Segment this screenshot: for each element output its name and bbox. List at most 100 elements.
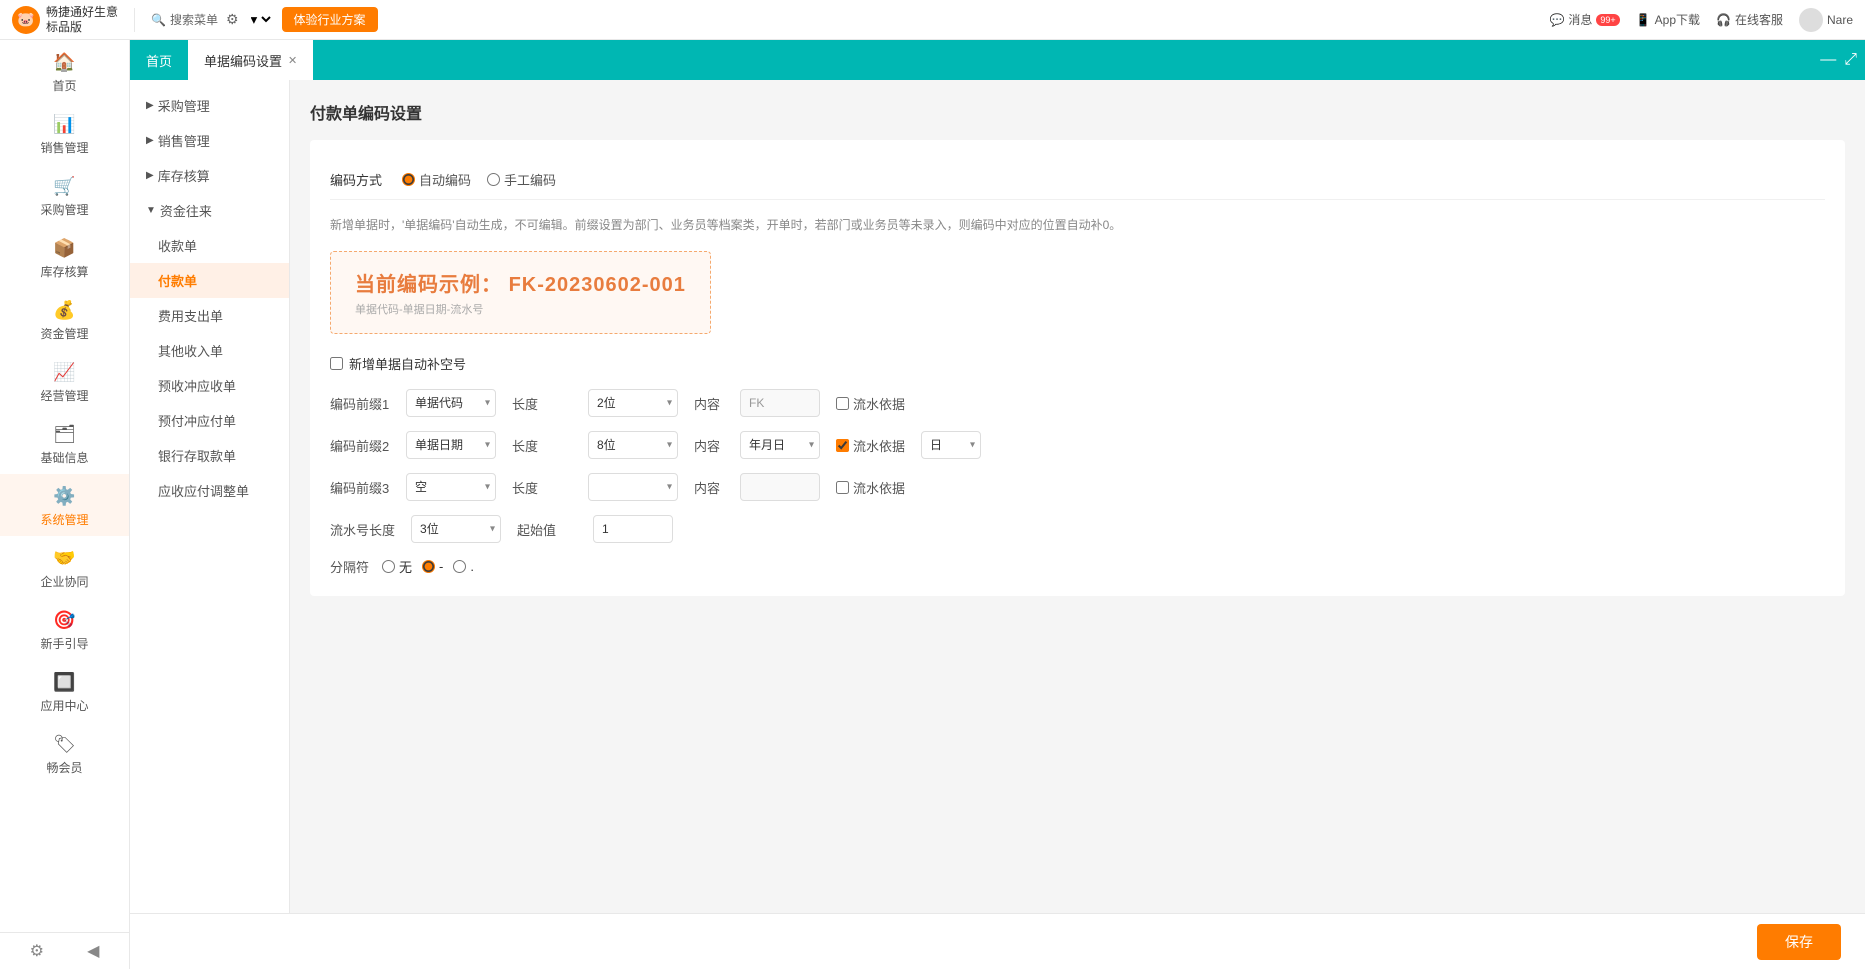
sidebar-item-sales[interactable]: 📊 销售管理 <box>0 102 129 164</box>
prefix1-select[interactable]: 单据代码 <box>406 389 496 417</box>
sidebar-item-newbie[interactable]: 🎯 新手引导 <box>0 598 129 660</box>
prefix1-content-input[interactable] <box>740 389 820 417</box>
prefix1-length-select[interactable]: 2位 <box>588 389 678 417</box>
trial-button[interactable]: 体验行业方案 <box>282 7 378 32</box>
prefix3-label: 编码前缀3 <box>330 478 390 497</box>
top-bar: 🐷 畅捷通好生意 标品版 🔍 搜索菜单 ⚙ ▾ 体验行业方案 💬 消息 99+ … <box>0 0 1865 40</box>
prefix3-length-wrapper <box>588 473 678 501</box>
sep-dot-option[interactable]: . <box>453 559 474 574</box>
sep-none-radio[interactable] <box>382 560 395 573</box>
encoding-method-row: 编码方式 自动编码 手工编码 <box>330 160 1825 200</box>
sec-menu-capital[interactable]: ▼ 资金往来 <box>130 193 289 228</box>
prefix2-select[interactable]: 单据日期 <box>406 431 496 459</box>
encoding-radio-group: 自动编码 手工编码 <box>402 170 556 189</box>
prefix1-serial-label[interactable]: 流水依据 <box>836 394 905 413</box>
sidebar-item-label: 新手引导 <box>40 635 88 652</box>
messages-button[interactable]: 💬 消息 99+ <box>1549 11 1619 28</box>
dropdown-select[interactable]: ▾ <box>247 11 274 28</box>
prefix2-row: 编码前缀2 单据日期 长度 8位 内容 <box>330 431 1825 459</box>
prefix3-serial-label[interactable]: 流水依据 <box>836 478 905 497</box>
sec-menu-ap-ar-adjust[interactable]: 应收应付调整单 <box>130 473 289 508</box>
prefix3-content-input[interactable] <box>740 473 820 501</box>
sep-dot-radio[interactable] <box>453 560 466 573</box>
search-menu[interactable]: 🔍 搜索菜单 <box>151 11 218 28</box>
membership-icon: 🏷 <box>53 734 76 755</box>
prefix1-serial-checkbox[interactable] <box>836 397 849 410</box>
sidebar-item-label: 资金管理 <box>40 325 88 342</box>
prefix1-length-wrapper: 2位 <box>588 389 678 417</box>
sidebar-item-appstore[interactable]: 🔲 应用中心 <box>0 660 129 722</box>
prefix2-length-wrapper: 8位 <box>588 431 678 459</box>
bottom-bar: 保存 <box>130 913 1865 969</box>
enterprise-icon: 🤝 <box>53 548 75 569</box>
main-panel: 付款单编码设置 编码方式 自动编码 手工编码 <box>290 80 1865 969</box>
page-title: 付款单编码设置 <box>310 100 1845 124</box>
nav-minimize-button[interactable]: — <box>1820 51 1836 69</box>
tab-serial-settings[interactable]: 单据编码设置 ✕ <box>188 40 313 80</box>
auto-fill-checkbox[interactable] <box>330 357 343 370</box>
sec-menu-other-income[interactable]: 其他收入单 <box>130 333 289 368</box>
message-icon: 💬 <box>1549 13 1564 27</box>
basic-icon: 🗂 <box>53 424 76 445</box>
sidebar-item-finance[interactable]: 💰 资金管理 <box>0 288 129 350</box>
sidebar-collapse-button[interactable]: ◀ <box>87 941 99 961</box>
sec-menu-prepay-payable[interactable]: 预付冲应付单 <box>130 403 289 438</box>
sidebar-item-membership[interactable]: 🏷 畅会员 <box>0 722 129 784</box>
sep-dash-radio[interactable] <box>422 560 435 573</box>
brand-text: 畅捷通好生意 标品版 <box>46 5 118 34</box>
download-icon: 📱 <box>1636 13 1651 27</box>
message-badge: 99+ <box>1596 14 1619 26</box>
app-download-button[interactable]: 📱 App下载 <box>1636 11 1700 28</box>
manual-code-radio[interactable] <box>487 173 500 186</box>
sec-menu-prepay-receivable[interactable]: 预收冲应收单 <box>130 368 289 403</box>
encoding-method-label: 编码方式 <box>330 170 382 189</box>
prefix3-select-wrapper: 空 <box>406 473 496 501</box>
sidebar-item-system[interactable]: ⚙️ 系统管理 <box>0 474 129 536</box>
home-icon: 🏠 <box>53 52 75 73</box>
sec-menu-payment[interactable]: 付款单 <box>130 263 289 298</box>
separator-row: 分隔符 无 - . <box>330 557 1825 576</box>
sidebar-item-operations[interactable]: 📈 经营管理 <box>0 350 129 412</box>
app-layout: 🏠 首页 📊 销售管理 🛒 采购管理 📦 库存核算 💰 资金管理 📈 经营管理 … <box>0 40 1865 969</box>
sidebar: 🏠 首页 📊 销售管理 🛒 采购管理 📦 库存核算 💰 资金管理 📈 经营管理 … <box>0 40 130 969</box>
sidebar-item-purchase[interactable]: 🛒 采购管理 <box>0 164 129 226</box>
prefix1-row: 编码前缀1 单据代码 长度 2位 内容 <box>330 389 1825 417</box>
online-support-button[interactable]: 🎧 在线客服 <box>1716 11 1783 28</box>
sec-menu-expense[interactable]: 费用支出单 <box>130 298 289 333</box>
sec-menu-sales[interactable]: ▶ 销售管理 <box>130 123 289 158</box>
prefix2-serial-label[interactable]: 流水依据 <box>836 436 905 455</box>
tab-home[interactable]: 首页 <box>130 40 188 80</box>
sidebar-item-label: 系统管理 <box>40 511 88 528</box>
prefix3-length-select[interactable] <box>588 473 678 501</box>
sidebar-item-home[interactable]: 🏠 首页 <box>0 40 129 102</box>
auto-code-radio[interactable] <box>402 173 415 186</box>
sep-none-option[interactable]: 无 <box>382 557 412 576</box>
sec-menu-inventory-calc[interactable]: ▶ 库存核算 <box>130 158 289 193</box>
sidebar-item-inventory[interactable]: 📦 库存核算 <box>0 226 129 288</box>
prefix3-serial-checkbox[interactable] <box>836 481 849 494</box>
serial-length-select[interactable]: 3位 4位 5位 <box>411 515 501 543</box>
prefix2-serial-checkbox[interactable] <box>836 439 849 452</box>
prefix2-content-label: 内容 <box>694 436 724 455</box>
tab-close-icon[interactable]: ✕ <box>288 54 297 67</box>
sidebar-settings-button[interactable]: ⚙ <box>30 941 44 961</box>
prefix2-serial-unit-select[interactable]: 日 月 年 <box>921 431 981 459</box>
sidebar-item-basic[interactable]: 🗂 基础信息 <box>0 412 129 474</box>
preview-code: 当前编码示例： FK-20230602-001 <box>355 268 686 297</box>
prefix2-length-select[interactable]: 8位 <box>588 431 678 459</box>
auto-code-option[interactable]: 自动编码 <box>402 170 471 189</box>
sec-menu-purchase[interactable]: ▶ 采购管理 <box>130 88 289 123</box>
prefix2-content-select[interactable]: 年月日 <box>740 431 820 459</box>
sep-dash-option[interactable]: - <box>422 559 443 574</box>
sidebar-item-enterprise[interactable]: 🤝 企业协同 <box>0 536 129 598</box>
sec-menu-bank-deposit[interactable]: 银行存取款单 <box>130 438 289 473</box>
sec-menu-receipt[interactable]: 收款单 <box>130 228 289 263</box>
start-value-input[interactable] <box>593 515 673 543</box>
prefix3-select[interactable]: 空 <box>406 473 496 501</box>
save-button[interactable]: 保存 <box>1757 924 1841 960</box>
settings-button[interactable]: ⚙ <box>226 11 239 28</box>
user-profile[interactable]: Nare <box>1799 8 1853 32</box>
nav-maximize-button[interactable]: ⤢ <box>1844 51 1857 69</box>
prefix2-label: 编码前缀2 <box>330 436 390 455</box>
manual-code-option[interactable]: 手工编码 <box>487 170 556 189</box>
